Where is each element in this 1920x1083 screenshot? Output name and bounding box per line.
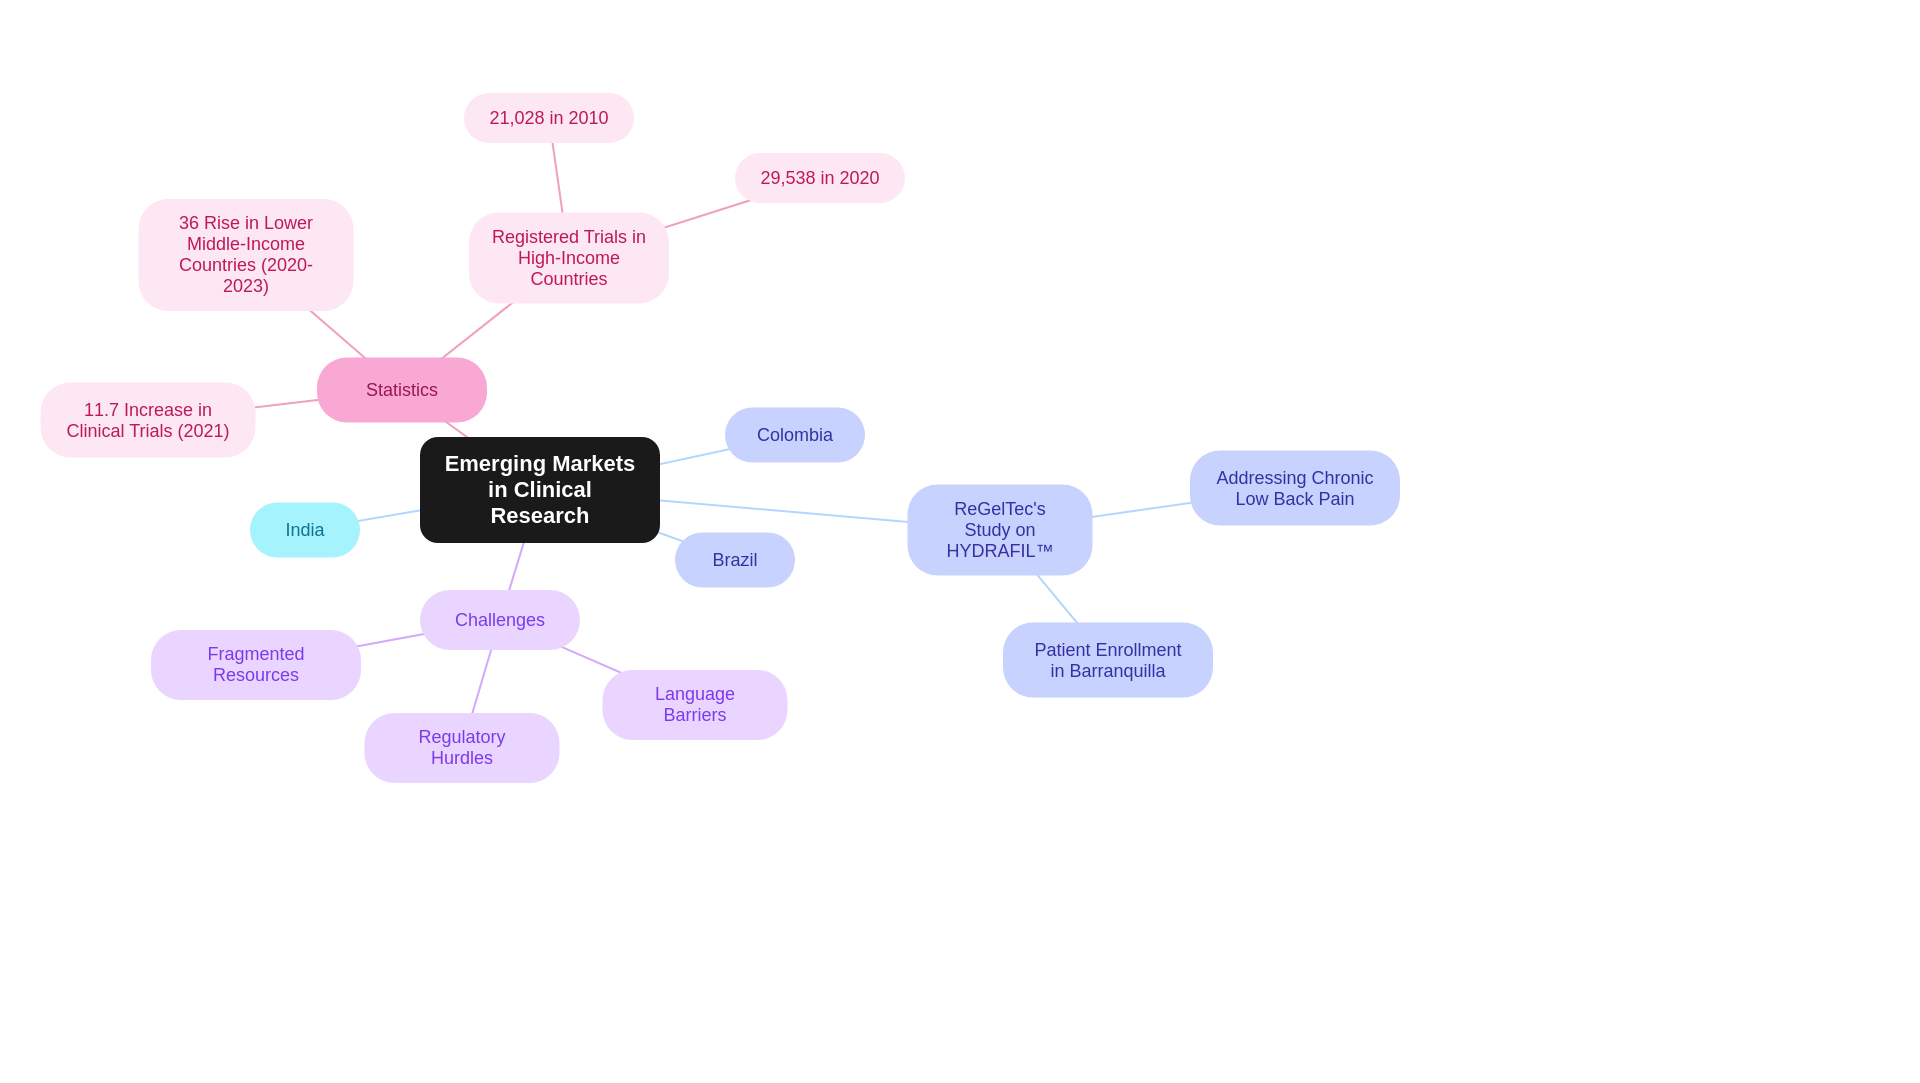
node-addressing-pain[interactable]: Addressing Chronic Low Back Pain: [1190, 451, 1400, 526]
node-statistics[interactable]: Statistics: [317, 358, 487, 423]
node-india[interactable]: India: [250, 503, 360, 558]
node-stat-2020[interactable]: 29,538 in 2020: [735, 153, 905, 203]
node-patient-enrollment[interactable]: Patient Enrollment in Barranquilla: [1003, 623, 1213, 698]
node-rise-countries[interactable]: 36 Rise in Lower Middle-Income Countries…: [139, 199, 354, 311]
node-increase-trials[interactable]: 11.7 Increase in Clinical Trials (2021): [41, 383, 256, 458]
node-registered-trials[interactable]: Registered Trials in High-Income Countri…: [469, 213, 669, 304]
node-language-barriers[interactable]: Language Barriers: [603, 670, 788, 740]
node-regulatory-hurdles[interactable]: Regulatory Hurdles: [365, 713, 560, 783]
node-fragmented-resources[interactable]: Fragmented Resources: [151, 630, 361, 700]
node-brazil[interactable]: Brazil: [675, 533, 795, 588]
node-stat-2010[interactable]: 21,028 in 2010: [464, 93, 634, 143]
node-regeltec-study[interactable]: ReGelTec's Study on HYDRAFIL™: [908, 485, 1093, 576]
mind-map: Emerging Markets in Clinical Research Sta…: [0, 0, 1920, 1083]
node-center[interactable]: Emerging Markets in Clinical Research: [420, 437, 660, 543]
node-colombia[interactable]: Colombia: [725, 408, 865, 463]
node-challenges[interactable]: Challenges: [420, 590, 580, 650]
